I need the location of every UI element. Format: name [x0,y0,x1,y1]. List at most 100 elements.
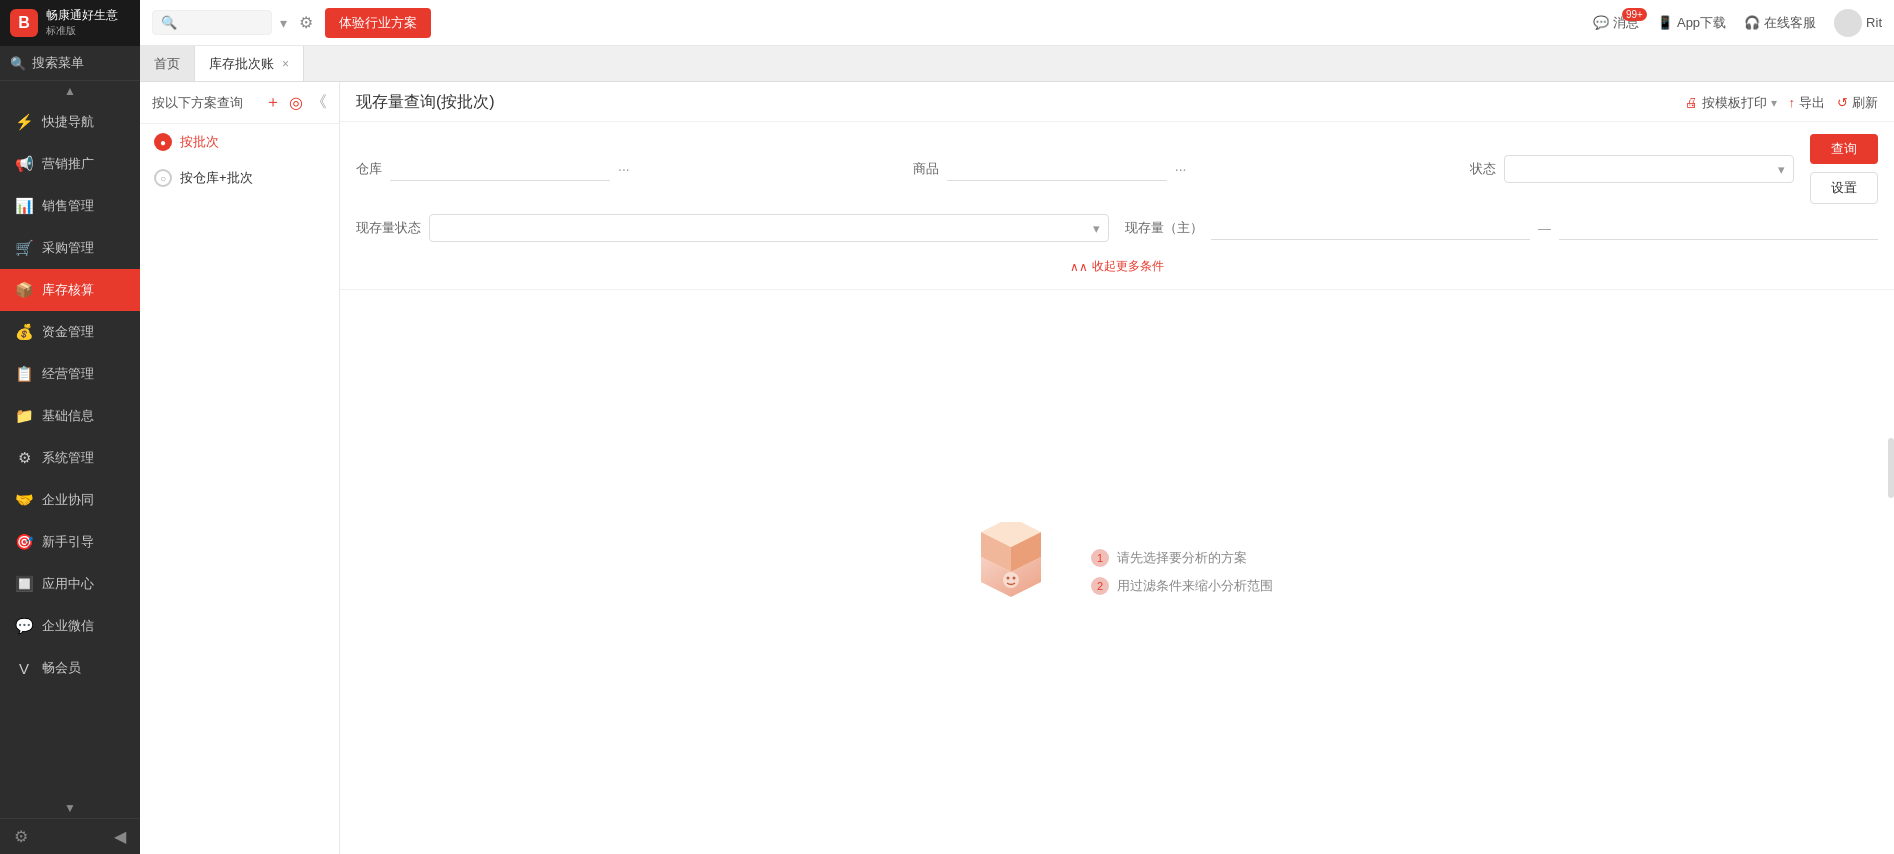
tab-home-label: 首页 [154,55,180,73]
empty-tip-2: 2 用过滤条件来缩小分析范围 [1091,577,1273,595]
print-template-button[interactable]: 🖨 按模板打印 ▾ [1685,94,1777,112]
product-more-icon[interactable]: ··· [1175,161,1187,177]
sidebar-item-label: 系统管理 [42,449,94,467]
online-support-label: 在线客服 [1764,14,1816,32]
sidebar-item-enterprise[interactable]: 🤝 企业协同 [0,479,140,521]
sidebar-item-label: 库存核算 [42,281,94,299]
qty-to-input[interactable] [1559,216,1878,240]
sidebar-item-label: 企业微信 [42,617,94,635]
scheme-item-by-batch[interactable]: ● 按批次 [140,124,339,160]
tab-close-icon[interactable]: × [282,57,289,71]
tabbar-container: 首页 库存批次账 × × [140,46,1894,82]
export-label: 导出 [1799,94,1825,112]
footer-settings-icon[interactable]: ⚙ [14,827,28,846]
app-download-button[interactable]: 📱 App下载 [1657,14,1726,32]
messages-icon: 💬 [1593,15,1609,30]
sidebar-item-label: 采购管理 [42,239,94,257]
left-panel-header: 按以下方案查询 ＋ ◎ 《 [140,82,339,124]
operations-icon: 📋 [14,364,34,384]
tabbar: 首页 库存批次账 × [140,46,1894,82]
sidebar-item-newbie[interactable]: 🎯 新手引导 [0,521,140,563]
topbar-gear-icon[interactable]: ⚙ [295,9,317,36]
username-label: Rit [1866,15,1882,30]
sidebar-item-corp-wechat[interactable]: 💬 企业微信 [0,605,140,647]
scroll-up-icon: ▲ [64,84,76,98]
svg-point-5 [1007,577,1010,580]
enterprise-icon: 🤝 [14,490,34,510]
corp-wechat-icon: 💬 [14,616,34,636]
qty-dash: — [1534,221,1555,236]
collapse-panel-icon[interactable]: 《 [311,92,327,113]
sidebar-item-label: 应用中心 [42,575,94,593]
filter-row-2: 现存量状态 ▾ 现存量（主） — [356,214,1878,242]
tab-inventory-batch[interactable]: 库存批次账 × [195,46,304,81]
tab-inventory-batch-label: 库存批次账 [209,55,274,73]
sales-icon: 📊 [14,196,34,216]
search-menu[interactable]: 🔍 搜索菜单 [0,46,140,81]
topbar-search-area[interactable]: 🔍 [152,10,272,35]
sidebar-item-label: 企业协同 [42,491,94,509]
sidebar-item-sales[interactable]: 📊 销售管理 [0,185,140,227]
user-area[interactable]: Rit [1834,9,1882,37]
query-button[interactable]: 查询 [1810,134,1878,164]
sidebar-item-system[interactable]: ⚙ 系统管理 [0,437,140,479]
sidebar-header: B 畅康通好生意 标准版 [0,0,140,46]
sidebar-item-label: 基础信息 [42,407,94,425]
add-scheme-icon[interactable]: ＋ [265,92,281,113]
settings-button[interactable]: 设置 [1810,172,1878,204]
inventory-qty-label: 现存量（主） [1125,219,1203,237]
sidebar-item-inventory[interactable]: 📦 库存核算 [0,269,140,311]
inventory-status-select[interactable]: ▾ [429,214,1109,242]
sidebar-scroll-up[interactable]: ▲ [0,81,140,101]
messages-badge: 99+ [1622,8,1647,21]
sidebar-item-vip[interactable]: V 畅会员 [0,647,140,689]
export-button[interactable]: ↑ 导出 [1789,94,1826,112]
sidebar-item-quick-nav[interactable]: ⚡ 快捷导航 [0,101,140,143]
content-area: 按以下方案查询 ＋ ◎ 《 ● 按批次 ○ 按仓库+批次 现存量查询(按批次) [140,82,1894,854]
refresh-button[interactable]: ↺ 刷新 [1837,94,1878,112]
sidebar-item-apps[interactable]: 🔲 应用中心 [0,563,140,605]
industry-solution-button[interactable]: 体验行业方案 [325,8,431,38]
system-icon: ⚙ [14,448,34,468]
inventory-status-chevron: ▾ [1093,221,1100,236]
newbie-icon: 🎯 [14,532,34,552]
status-filter-group: 状态 ▾ [1470,155,1794,183]
status-select[interactable]: ▾ [1504,155,1794,183]
online-support-button[interactable]: 🎧 在线客服 [1744,14,1816,32]
footer-collapse-icon[interactable]: ◀ [114,827,126,846]
sidebar-item-finance[interactable]: 💰 资金管理 [0,311,140,353]
svg-point-6 [1013,577,1016,580]
product-filter-group: 商品 ··· [913,157,1454,181]
sidebar-item-purchase[interactable]: 🛒 采购管理 [0,227,140,269]
print-template-label: 按模板打印 [1702,94,1767,112]
print-chevron-icon: ▾ [1771,96,1777,110]
search-icon: 🔍 [10,56,26,71]
filter-collapse-button[interactable]: ∧∧ 收起更多条件 [356,252,1878,277]
tab-home[interactable]: 首页 [140,46,195,81]
scheme-item-by-warehouse-batch[interactable]: ○ 按仓库+批次 [140,160,339,196]
topbar-search-input[interactable] [183,16,263,30]
warehouse-label: 仓库 [356,160,382,178]
sidebar-item-label: 资金管理 [42,323,94,341]
warehouse-input[interactable] [390,157,610,181]
warehouse-more-icon[interactable]: ··· [618,161,630,177]
empty-state: 1 请先选择要分析的方案 2 用过滤条件来缩小分析范围 [340,290,1894,854]
avatar [1834,9,1862,37]
messages-button[interactable]: 💬 消息 99+ [1593,14,1639,32]
tip-text-2: 用过滤条件来缩小分析范围 [1117,577,1273,595]
export-icon: ↑ [1789,95,1796,110]
right-scrollbar[interactable] [1888,438,1894,498]
sidebar-item-marketing[interactable]: 📢 营销推广 [0,143,140,185]
sidebar: B 畅康通好生意 标准版 🔍 搜索菜单 ▲ ⚡ 快捷导航 📢 营销推广 📊 销售… [0,0,140,854]
search-menu-label: 搜索菜单 [32,54,84,72]
product-input[interactable] [947,157,1167,181]
app-download-icon: 📱 [1657,15,1673,30]
sidebar-item-operations[interactable]: 📋 经营管理 [0,353,140,395]
topbar-chevron-icon[interactable]: ▾ [280,15,287,31]
sidebar-item-basic[interactable]: 📁 基础信息 [0,395,140,437]
sidebar-scroll-down[interactable]: ▼ [0,798,140,818]
page-title: 现存量查询(按批次) [356,92,495,113]
qty-from-input[interactable] [1211,216,1530,240]
sidebar-item-label: 新手引导 [42,533,94,551]
settings-scheme-icon[interactable]: ◎ [289,93,303,112]
